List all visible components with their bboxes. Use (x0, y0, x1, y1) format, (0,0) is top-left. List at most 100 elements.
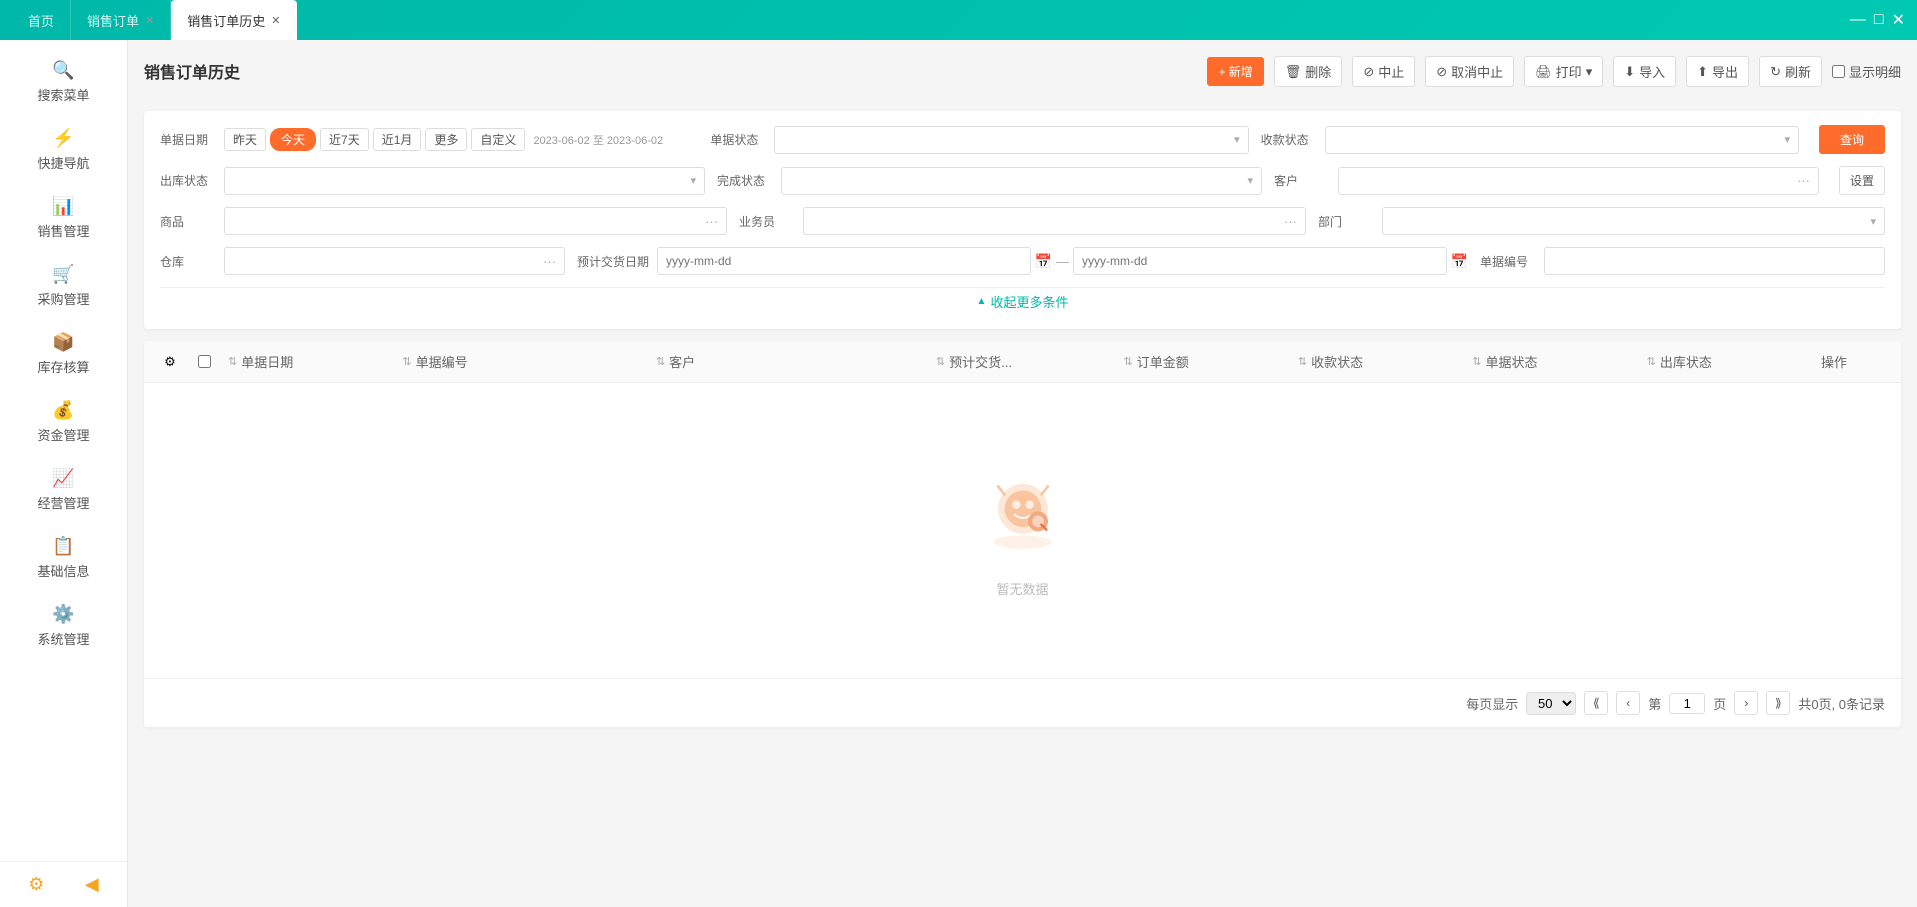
warehouse-more-icon[interactable]: ··· (543, 254, 556, 269)
first-page-button[interactable]: ⟪ (1584, 691, 1608, 715)
sidebar-collapse-button[interactable]: ◀ (85, 874, 99, 895)
filter-row-4: 仓库 ··· 预计交货日期 📅 — 📅 (160, 247, 1885, 275)
page-size-label: 每页显示 (1466, 694, 1518, 713)
refresh-button[interactable]: ↻ 刷新 (1759, 56, 1822, 87)
select-all-checkbox[interactable] (198, 355, 211, 368)
complete-status-arrow-icon: ▾ (1247, 174, 1253, 187)
sort-icon-delivery[interactable]: ⇅ (936, 355, 945, 368)
tab-sales-order-close[interactable]: ✕ (145, 14, 154, 27)
department-select[interactable]: ▾ (1382, 207, 1885, 235)
sort-icon-out[interactable]: ⇅ (1647, 355, 1656, 368)
sort-icon-pay[interactable]: ⇅ (1298, 355, 1307, 368)
sidebar-item-sales[interactable]: 📊 销售管理 (0, 184, 127, 252)
sort-icon-amount[interactable]: ⇅ (1123, 355, 1132, 368)
sidebar-item-operations[interactable]: 📈 经营管理 (0, 456, 127, 524)
tab-sales-order[interactable]: 销售订单 ✕ (71, 0, 171, 40)
show-detail-label: 显示明细 (1849, 62, 1901, 81)
print-button[interactable]: 🖨 打印 ▾ (1524, 56, 1603, 87)
sort-icon-num[interactable]: ⇅ (402, 355, 411, 368)
salesperson-filter-control: ··· (803, 207, 1306, 235)
customer-more-icon[interactable]: ··· (1797, 173, 1810, 188)
th-num-label: 单据编号 (416, 352, 468, 371)
show-detail-checkbox-label[interactable]: 显示明细 (1832, 62, 1901, 81)
cancel-stop-button[interactable]: ⊘ 取消中止 (1425, 56, 1514, 87)
tab-sales-history-close[interactable]: ✕ (271, 14, 280, 27)
sort-icon-date[interactable]: ⇅ (228, 355, 237, 368)
sidebar-item-search[interactable]: 🔍 搜索菜单 (0, 48, 127, 116)
th-amount: ⇅ 订单金额 (1115, 352, 1289, 371)
export-button[interactable]: ⬆ 导出 (1686, 56, 1749, 87)
import-icon: ⬇ (1624, 64, 1635, 80)
date-btn-today[interactable]: 今天 (270, 128, 316, 151)
sort-icon-order[interactable]: ⇅ (1472, 355, 1481, 368)
department-arrow-icon: ▾ (1870, 215, 1876, 228)
delivery-date-end[interactable] (1073, 247, 1447, 275)
refresh-icon: ↻ (1770, 64, 1781, 80)
complete-status-select[interactable]: ▾ (781, 167, 1262, 195)
warehouse-input[interactable]: ··· (224, 247, 565, 275)
product-more-icon[interactable]: ··· (705, 214, 718, 229)
calendar-end-icon[interactable]: 📅 (1451, 253, 1468, 270)
th-checkbox[interactable] (188, 355, 220, 368)
th-settings[interactable]: ⚙ (152, 354, 188, 370)
sort-icon-customer[interactable]: ⇅ (656, 355, 665, 368)
close-window-button[interactable]: ✕ (1892, 10, 1905, 30)
calendar-start-icon[interactable]: 📅 (1035, 253, 1052, 270)
sidebar-item-quick-nav-label: 快捷导航 (37, 153, 89, 172)
prev-page-button[interactable]: ‹ (1616, 691, 1640, 715)
date-btn-7days[interactable]: 近7天 (320, 128, 369, 151)
order-status-select[interactable]: ▾ (774, 126, 1248, 154)
th-pay-status-label: 收款状态 (1311, 352, 1363, 371)
date-btn-more[interactable]: 更多 (425, 128, 467, 151)
last-page-button[interactable]: ⟫ (1766, 691, 1790, 715)
delivery-date-group: 📅 — 📅 (657, 247, 1468, 275)
sidebar-item-basic-info-label: 基础信息 (37, 561, 89, 580)
date-btn-custom[interactable]: 自定义 (471, 128, 525, 151)
sidebar-item-quick-nav[interactable]: ⚡ 快捷导航 (0, 116, 127, 184)
order-status-arrow-icon: ▾ (1234, 133, 1240, 146)
page-size-select[interactable]: 50 100 200 (1526, 692, 1576, 715)
new-button[interactable]: + 新增 (1207, 57, 1263, 86)
delivery-date-start[interactable] (657, 247, 1031, 275)
order-number-input[interactable] (1544, 247, 1885, 275)
date-btn-yesterday[interactable]: 昨天 (224, 128, 266, 151)
page-label-prefix: 第 (1648, 694, 1661, 713)
sidebar-item-purchase[interactable]: 🛒 采购管理 (0, 252, 127, 320)
salesperson-input[interactable]: ··· (803, 207, 1306, 235)
collapse-bar[interactable]: ▲ 收起更多条件 (160, 287, 1885, 315)
purchase-icon: 🛒 (52, 264, 74, 285)
tab-sales-history[interactable]: 销售订单历史 ✕ (171, 0, 297, 40)
current-page-input[interactable] (1669, 693, 1705, 714)
delete-button[interactable]: 🗑 删除 (1274, 56, 1343, 87)
customer-input[interactable]: ··· (1338, 167, 1819, 195)
salesperson-more-icon[interactable]: ··· (1284, 214, 1297, 229)
sidebar-settings-button[interactable]: ⚙ (28, 874, 44, 895)
maximize-button[interactable]: □ (1874, 11, 1884, 29)
sidebar-item-system[interactable]: ⚙️ 系统管理 (0, 592, 127, 660)
total-label: 共0页, 0条记录 (1798, 694, 1885, 713)
query-button[interactable]: 查询 (1819, 125, 1885, 154)
delivery-status-select[interactable]: ▾ (224, 167, 705, 195)
tab-home[interactable]: 首页 (12, 0, 71, 40)
sidebar-bottom: ⚙ ◀ (0, 861, 127, 907)
stop-button[interactable]: ⊘ 中止 (1352, 56, 1415, 87)
cancel-stop-label: 取消中止 (1451, 62, 1503, 81)
show-detail-checkbox[interactable] (1832, 65, 1845, 78)
table-settings-icon[interactable]: ⚙ (164, 354, 176, 370)
main-content: 销售订单历史 + 新增 🗑 删除 ⊘ 中止 ⊘ 取消中止 🖨 打印 (128, 40, 1917, 907)
payment-status-select[interactable]: ▾ (1325, 126, 1799, 154)
settings-button[interactable]: 设置 (1839, 166, 1885, 195)
product-input[interactable]: ··· (224, 207, 727, 235)
sidebar-item-inventory[interactable]: 📦 库存核算 (0, 320, 127, 388)
warehouse-filter-control: ··· (224, 247, 565, 275)
filter-department: 部门 ▾ (1318, 207, 1885, 235)
sidebar-item-basic-info[interactable]: 📋 基础信息 (0, 524, 127, 592)
minimize-button[interactable]: — (1850, 11, 1866, 29)
filter-date: 单据日期 昨天 今天 近7天 近1月 更多 自定义 2023-06-02 至 2… (160, 128, 698, 151)
import-button[interactable]: ⬇ 导入 (1613, 56, 1676, 87)
sidebar-item-finance[interactable]: 💰 资金管理 (0, 388, 127, 456)
filter-product: 商品 ··· (160, 207, 727, 235)
date-btn-1month[interactable]: 近1月 (373, 128, 422, 151)
th-customer: ⇅ 客户 (648, 352, 928, 371)
next-page-button[interactable]: › (1734, 691, 1758, 715)
